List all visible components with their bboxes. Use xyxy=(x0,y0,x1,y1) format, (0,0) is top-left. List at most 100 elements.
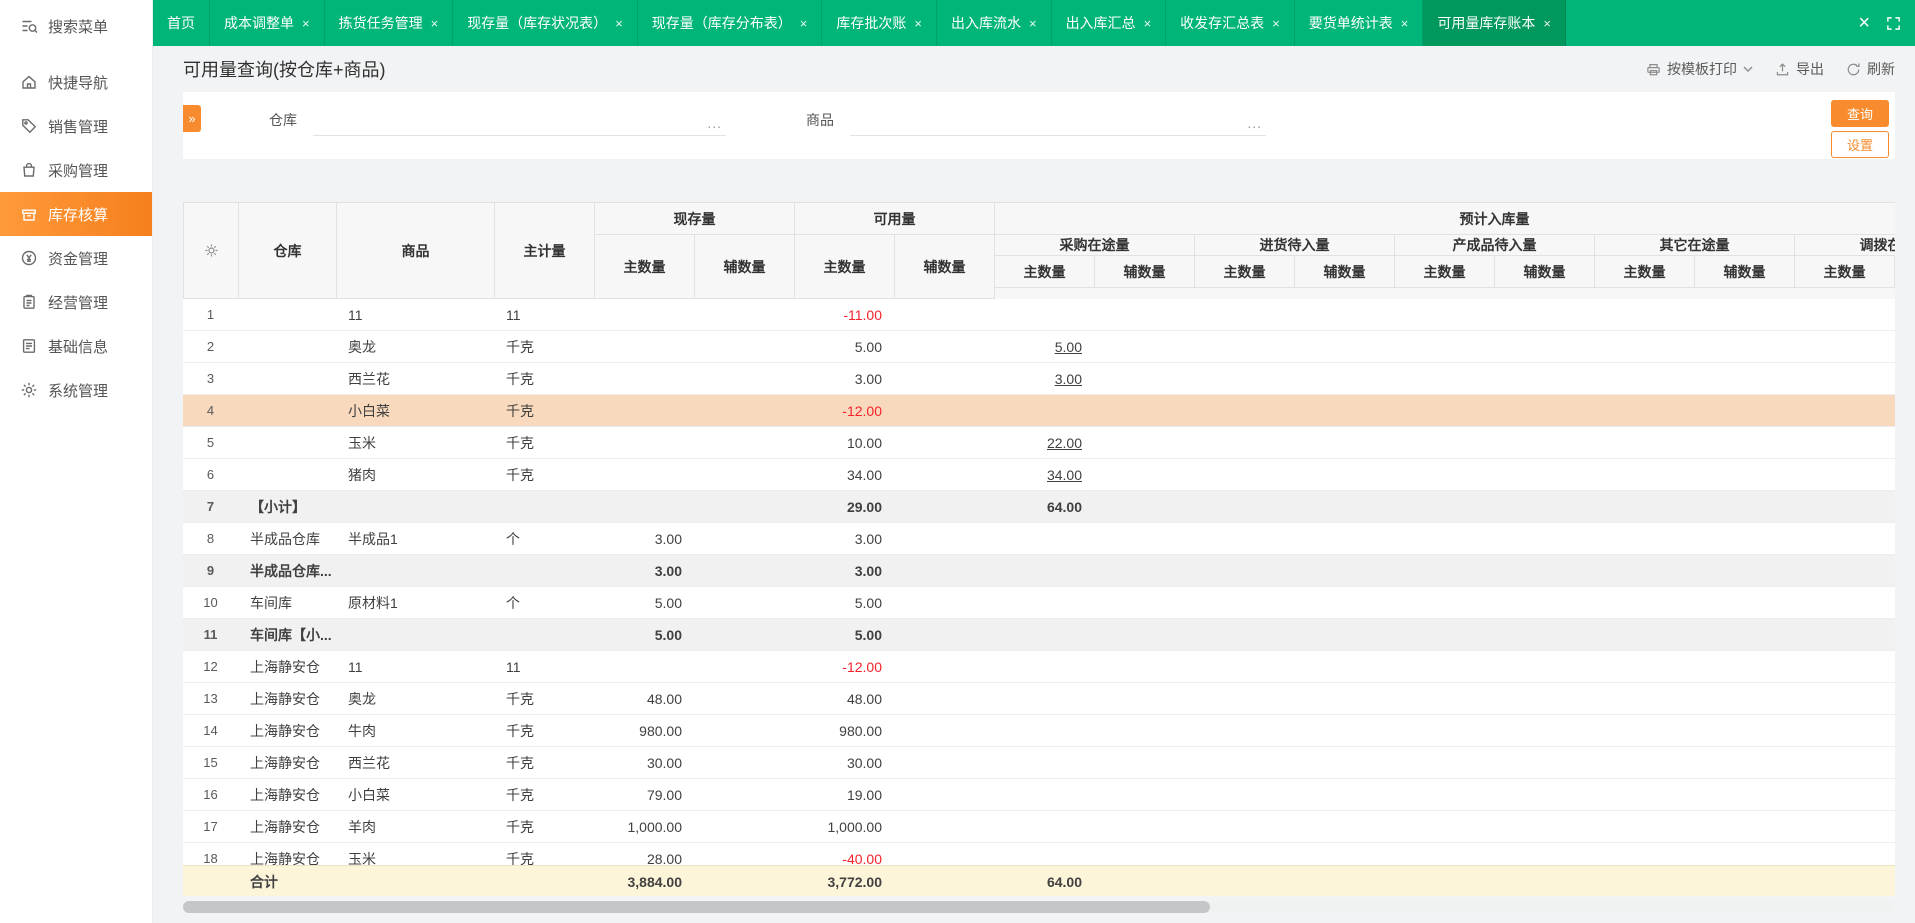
tab[interactable]: 拣货任务管理 × xyxy=(325,0,454,46)
cell-po_main[interactable]: 5.00 xyxy=(994,331,1094,362)
close-icon[interactable]: × xyxy=(1858,13,1870,33)
cell-po_aux xyxy=(1094,811,1194,842)
cell-onhand_aux xyxy=(694,555,794,586)
tab[interactable]: 首页 xyxy=(153,0,210,46)
cell-warehouse xyxy=(238,363,336,394)
sidebar-item-basic-info[interactable]: 基础信息 xyxy=(0,324,152,368)
sidebar-item-label: 采购管理 xyxy=(48,162,109,180)
column-config-cell[interactable] xyxy=(184,203,239,299)
col-header-onhand-aux[interactable]: 辅数量 xyxy=(695,235,795,299)
sidebar-item-business[interactable]: 经营管理 xyxy=(0,280,152,324)
tab[interactable]: 出入库汇总 × xyxy=(1052,0,1167,46)
tab[interactable]: 成本调整单 × xyxy=(210,0,325,46)
col-header-warehouse[interactable]: 仓库 xyxy=(239,203,337,299)
tab[interactable]: 库存批次账 × xyxy=(822,0,937,46)
product-input[interactable]: ... xyxy=(850,106,1266,136)
tab[interactable]: 现存量（库存分布表） × xyxy=(638,0,823,46)
col-header-other-main[interactable]: 主数量 xyxy=(1595,256,1695,288)
sidebar-item-purchase[interactable]: 采购管理 xyxy=(0,148,152,192)
cell-po_main[interactable]: 3.00 xyxy=(994,363,1094,394)
print-by-template-button[interactable]: 按模板打印 xyxy=(1646,59,1753,79)
table-row[interactable]: 9 半成品仓库... 3.00 3.00 xyxy=(183,555,1895,587)
refresh-button[interactable]: 刷新 xyxy=(1846,59,1895,79)
tab-close-icon[interactable]: × xyxy=(1029,17,1037,30)
tab-close-icon[interactable]: × xyxy=(800,17,808,30)
table-row[interactable]: 7 【小计】 29.00 64.00 xyxy=(183,491,1895,523)
col-header-incoming-main[interactable]: 主数量 xyxy=(1195,256,1295,288)
tab[interactable]: 要货单统计表 × xyxy=(1295,0,1424,46)
tab-close-icon[interactable]: × xyxy=(914,17,922,30)
sidebar-item-inventory[interactable]: 库存核算 xyxy=(0,192,152,236)
table-row[interactable]: 8 半成品仓库 半成品1 个 3.00 3.00 xyxy=(183,523,1895,555)
table-row[interactable]: 12 上海静安仓 11 11 -12.00 xyxy=(183,651,1895,683)
table-row[interactable]: 10 车间库 原材料1 个 5.00 5.00 xyxy=(183,587,1895,619)
cell-avail_aux xyxy=(894,395,994,426)
cell-warehouse: 上海静安仓 xyxy=(250,850,320,866)
settings-button[interactable]: 设置 xyxy=(1831,131,1889,158)
col-header-other-aux[interactable]: 辅数量 xyxy=(1695,256,1795,288)
maximize-icon[interactable] xyxy=(1886,16,1901,31)
tab[interactable]: 收发存汇总表 × xyxy=(1166,0,1295,46)
col-header-available-aux[interactable]: 辅数量 xyxy=(895,235,995,299)
tab[interactable]: 现存量（库存状况表） × xyxy=(453,0,638,46)
col-header-purchase-main[interactable]: 主数量 xyxy=(995,256,1095,288)
table-row[interactable]: 6 猪肉 千克 34.00 34.00 xyxy=(183,459,1895,491)
horizontal-scrollbar[interactable] xyxy=(183,901,1895,913)
cell-recv_aux xyxy=(1294,587,1394,618)
table-row[interactable]: 14 上海静安仓 牛肉 千克 980.00 980.00 xyxy=(183,715,1895,747)
tab[interactable]: 出入库流水 × xyxy=(937,0,1052,46)
sidebar-item-search-menu[interactable]: 搜索菜单 xyxy=(0,4,152,48)
cell-po_main[interactable]: 22.00 xyxy=(994,427,1094,458)
col-header-product[interactable]: 商品 xyxy=(337,203,495,299)
table-row[interactable]: 15 上海静安仓 西兰花 千克 30.00 30.00 xyxy=(183,747,1895,779)
product-picker-button[interactable]: ... xyxy=(1247,115,1266,135)
tab-close-icon[interactable]: × xyxy=(431,17,439,30)
cell-transfer_main xyxy=(1794,811,1894,842)
cell-po_main[interactable]: 34.00 xyxy=(994,459,1094,490)
table-row[interactable]: 13 上海静安仓 奥龙 千克 48.00 48.00 xyxy=(183,683,1895,715)
col-header-onhand-main[interactable]: 主数量 xyxy=(595,235,695,299)
cell-po_aux xyxy=(1094,715,1194,746)
col-header-unit[interactable]: 主计量 xyxy=(495,203,595,299)
query-button[interactable]: 查询 xyxy=(1831,100,1889,127)
warehouse-input[interactable]: ... xyxy=(313,106,726,136)
cell-warehouse: 上海静安仓 xyxy=(250,658,320,675)
expand-filters-button[interactable]: » xyxy=(183,105,201,132)
tab-close-icon[interactable]: × xyxy=(615,17,623,30)
tab-close-icon[interactable]: × xyxy=(1543,17,1551,30)
col-header-finished-aux[interactable]: 辅数量 xyxy=(1495,256,1595,288)
cell-product: 西兰花 xyxy=(348,754,390,771)
col-header-incoming-aux[interactable]: 辅数量 xyxy=(1295,256,1395,288)
col-header-finished-main[interactable]: 主数量 xyxy=(1395,256,1495,288)
tab-close-icon[interactable]: × xyxy=(1144,17,1152,30)
table-row[interactable]: 17 上海静安仓 羊肉 千克 1,000.00 1,000.00 xyxy=(183,811,1895,843)
table-row[interactable]: 11 车间库【小... 5.00 5.00 xyxy=(183,619,1895,651)
table-row[interactable]: 3 西兰花 千克 3.00 3.00 xyxy=(183,363,1895,395)
sidebar-item-funds[interactable]: 资金管理 xyxy=(0,236,152,280)
tab-close-icon[interactable]: × xyxy=(1272,17,1280,30)
export-button[interactable]: 导出 xyxy=(1775,59,1824,79)
col-header-purchase-aux[interactable]: 辅数量 xyxy=(1095,256,1195,288)
sidebar-item-home[interactable]: 快捷导航 xyxy=(0,60,152,104)
sidebar-item-system[interactable]: 系统管理 xyxy=(0,368,152,412)
cell-warehouse xyxy=(238,299,336,330)
cell-po_main xyxy=(994,715,1094,746)
col-header-available-main[interactable]: 主数量 xyxy=(795,235,895,299)
table-row[interactable]: 2 奥龙 千克 5.00 5.00 xyxy=(183,331,1895,363)
table-row[interactable]: 1 11 11 -11.00 xyxy=(183,299,1895,331)
scrollbar-thumb[interactable] xyxy=(183,901,1211,913)
table-row[interactable]: 16 上海静安仓 小白菜 千克 79.00 19.00 xyxy=(183,779,1895,811)
tab-close-icon[interactable]: × xyxy=(302,17,310,30)
table-row[interactable]: 4 小白菜 千克 -12.00 xyxy=(183,395,1895,427)
cell-recv_main xyxy=(1194,363,1294,394)
tab[interactable]: 可用量库存账本 × xyxy=(1423,0,1566,46)
cell-num: 13 xyxy=(203,691,218,706)
table-row[interactable]: 18 上海静安仓 玉米 千克 28.00 -40.00 xyxy=(183,843,1895,865)
cell-recv_aux xyxy=(1294,331,1394,362)
sidebar-item-sales[interactable]: 销售管理 xyxy=(0,104,152,148)
warehouse-picker-button[interactable]: ... xyxy=(707,115,726,135)
table-row[interactable]: 5 玉米 千克 10.00 22.00 xyxy=(183,427,1895,459)
col-header-transfer-main[interactable]: 主数量 xyxy=(1795,256,1895,288)
tab-close-icon[interactable]: × xyxy=(1401,17,1409,30)
cell-po_aux xyxy=(1094,619,1194,650)
